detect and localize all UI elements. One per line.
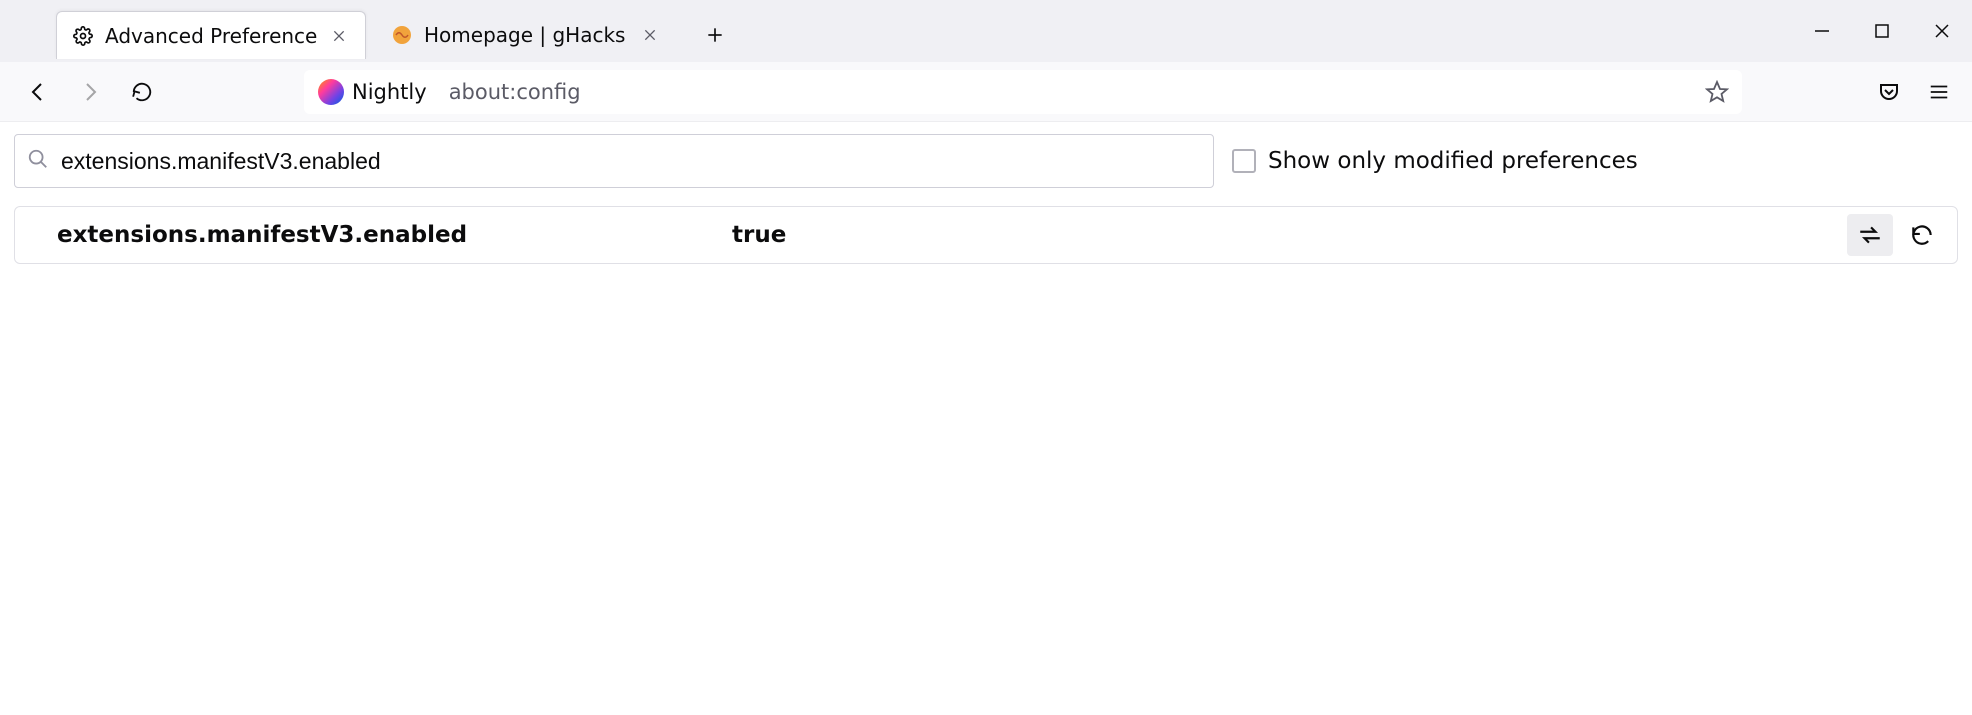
preference-search-box[interactable] — [14, 134, 1214, 188]
identity-label: Nightly — [352, 80, 427, 104]
tab-strip: Advanced Preferences Homepage | gHacks T… — [0, 0, 1972, 62]
back-button[interactable] — [18, 72, 58, 112]
maximize-button[interactable] — [1870, 19, 1894, 43]
new-tab-button[interactable] — [694, 14, 736, 56]
navigation-toolbar: Nightly about:config — [0, 62, 1972, 122]
preference-value: true — [732, 222, 1847, 248]
about-config-content: Show only modified preferences extension… — [0, 122, 1972, 276]
tab-advanced-preferences[interactable]: Advanced Preferences — [56, 11, 366, 59]
forward-button[interactable] — [70, 72, 110, 112]
firefox-nightly-icon — [318, 79, 344, 105]
show-modified-label: Show only modified preferences — [1268, 148, 1638, 174]
tab-label: Homepage | gHacks Technology — [424, 23, 628, 47]
bookmark-star-icon[interactable] — [1702, 77, 1732, 107]
gear-icon — [73, 26, 93, 46]
reload-button[interactable] — [122, 72, 162, 112]
identity-pill[interactable]: Nightly — [304, 70, 441, 114]
reset-button[interactable] — [1899, 214, 1945, 256]
close-icon[interactable] — [640, 25, 660, 45]
window-controls — [1810, 0, 1954, 62]
preference-search-input[interactable] — [61, 148, 1201, 175]
close-window-button[interactable] — [1930, 19, 1954, 43]
address-bar[interactable]: Nightly about:config — [304, 70, 1742, 114]
pocket-icon[interactable] — [1874, 77, 1904, 107]
tab-label: Advanced Preferences — [105, 24, 317, 48]
search-icon — [27, 148, 49, 174]
toggle-button[interactable] — [1847, 214, 1893, 256]
url-text: about:config — [441, 80, 581, 104]
site-favicon — [392, 25, 412, 45]
preference-name: extensions.manifestV3.enabled — [57, 222, 732, 248]
close-icon[interactable] — [329, 26, 349, 46]
tab-ghacks[interactable]: Homepage | gHacks Technology — [376, 11, 676, 59]
preference-row: extensions.manifestV3.enabled true — [14, 206, 1958, 264]
hamburger-menu-icon[interactable] — [1924, 77, 1954, 107]
show-modified-checkbox[interactable] — [1232, 149, 1256, 173]
minimize-button[interactable] — [1810, 19, 1834, 43]
